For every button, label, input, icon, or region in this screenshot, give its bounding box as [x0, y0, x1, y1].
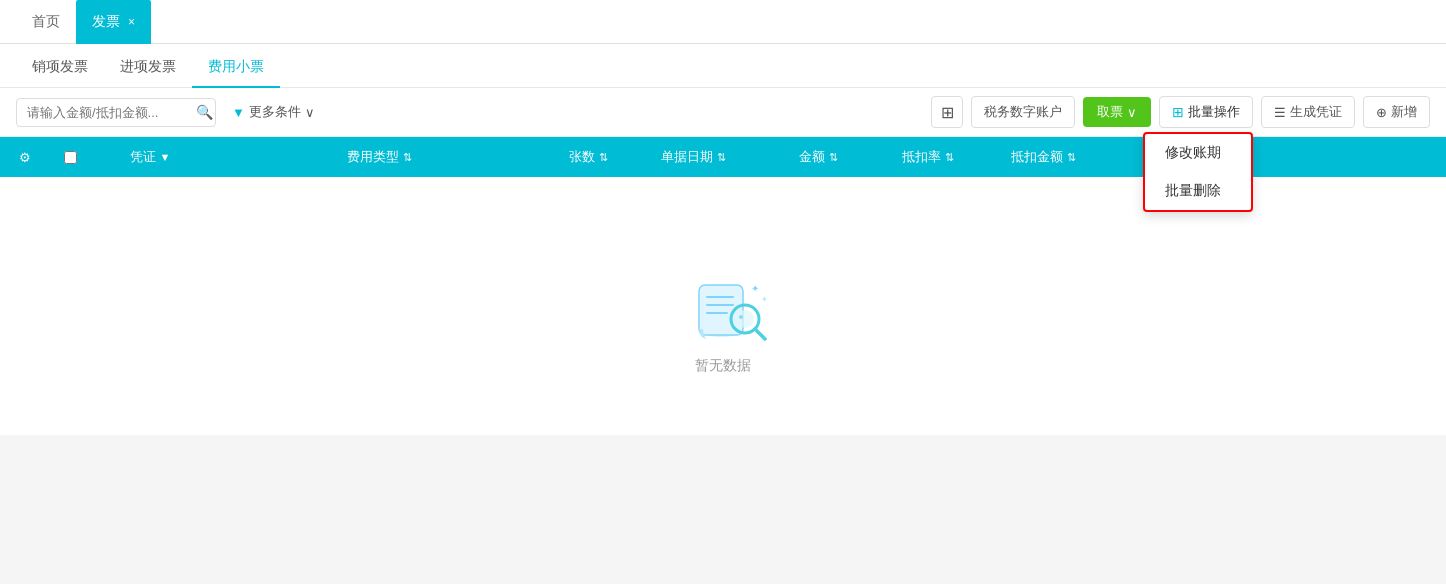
deduct-rate-sort-icon[interactable]: ⇅	[945, 151, 954, 164]
expense-type-sort-icon[interactable]: ⇅	[403, 151, 412, 164]
qr-button[interactable]: ⊞	[931, 96, 963, 128]
svg-text:✦: ✦	[761, 295, 768, 304]
count-sort-icon[interactable]: ⇅	[599, 151, 608, 164]
select-all-checkbox[interactable]	[64, 151, 77, 164]
empty-state: ✦ ✦ 暂无数据	[0, 177, 1446, 435]
search-input[interactable]	[16, 98, 216, 127]
batch-dropdown-wrap: ⊞ 批量操作 修改账期 批量删除	[1159, 96, 1253, 128]
th-amount: 金额 ⇅	[758, 137, 878, 177]
th-date: 单据日期 ⇅	[628, 137, 758, 177]
generate-voucher-button[interactable]: ☰ 生成凭证	[1261, 96, 1355, 128]
th-checkbox[interactable]	[50, 137, 90, 177]
filter-label: 更多条件	[249, 103, 301, 121]
th-deduct-rate: 抵扣率 ⇅	[878, 137, 978, 177]
th-voucher: 凭证 ▼	[90, 137, 210, 177]
invoice-tab[interactable]: 发票 ×	[76, 0, 151, 44]
deduct-amount-sort-icon[interactable]: ⇅	[1067, 151, 1076, 164]
empty-text: 暂无数据	[695, 357, 751, 375]
gear-icon: ⚙	[19, 150, 31, 165]
sub-nav: 销项发票 进项发票 费用小票	[0, 44, 1446, 88]
tax-digital-label: 税务数字账户	[984, 104, 1062, 119]
th-gear[interactable]: ⚙	[0, 137, 50, 177]
invoice-tab-label: 发票	[92, 13, 120, 31]
home-tab[interactable]: 首页	[16, 13, 76, 31]
tax-digital-button[interactable]: 税务数字账户	[971, 96, 1075, 128]
svg-text:✦: ✦	[751, 283, 759, 294]
top-bar: 首页 发票 ×	[0, 0, 1446, 44]
svg-rect-1	[699, 285, 743, 335]
qr-icon: ⊞	[941, 103, 954, 122]
dropdown-batch-delete[interactable]: 批量删除	[1145, 172, 1251, 210]
sub-nav-sales[interactable]: 销项发票	[16, 44, 104, 88]
filter-chevron: ∨	[305, 105, 315, 120]
sub-nav-expense[interactable]: 费用小票	[192, 44, 280, 88]
qupiao-label: 取票	[1097, 103, 1123, 121]
svg-point-8	[739, 315, 743, 319]
amount-sort-icon[interactable]: ⇅	[829, 151, 838, 164]
date-sort-icon[interactable]: ⇅	[717, 151, 726, 164]
qupiao-chevron: ∨	[1127, 105, 1137, 120]
batch-icon: ⊞	[1172, 104, 1184, 120]
th-count: 张数 ⇅	[548, 137, 628, 177]
batch-label: 批量操作	[1188, 103, 1240, 121]
toolbar: 🔍 ▼ 更多条件 ∨ ⊞ 税务数字账户 取票 ∨ ⊞ 批量操作 修改账期 批量删…	[0, 88, 1446, 137]
th-deduct-amount: 抵扣金额 ⇅	[978, 137, 1108, 177]
voucher-filter-icon[interactable]: ▼	[160, 151, 171, 163]
svg-line-7	[755, 329, 765, 339]
voucher-label: 生成凭证	[1290, 103, 1342, 121]
batch-dropdown-menu: 修改账期 批量删除	[1143, 132, 1253, 212]
add-button[interactable]: ⊕ 新增	[1363, 96, 1430, 128]
qupiao-button[interactable]: 取票 ∨	[1083, 97, 1151, 127]
filter-button[interactable]: ▼ 更多条件 ∨	[224, 99, 323, 125]
voucher-icon: ☰	[1274, 105, 1286, 120]
sub-nav-input[interactable]: 进项发票	[104, 44, 192, 88]
th-expense-type: 费用类型 ⇅	[210, 137, 548, 177]
add-label: 新增	[1391, 103, 1417, 121]
invoice-tab-close[interactable]: ×	[128, 15, 135, 29]
toolbar-left: 🔍 ▼ 更多条件 ∨	[16, 98, 923, 127]
dropdown-modify-period[interactable]: 修改账期	[1145, 134, 1251, 172]
svg-point-6	[736, 310, 754, 328]
filter-icon: ▼	[232, 105, 245, 120]
add-icon: ⊕	[1376, 105, 1387, 120]
batch-button[interactable]: ⊞ 批量操作	[1159, 96, 1253, 128]
empty-illustration: ✦ ✦	[673, 257, 773, 357]
